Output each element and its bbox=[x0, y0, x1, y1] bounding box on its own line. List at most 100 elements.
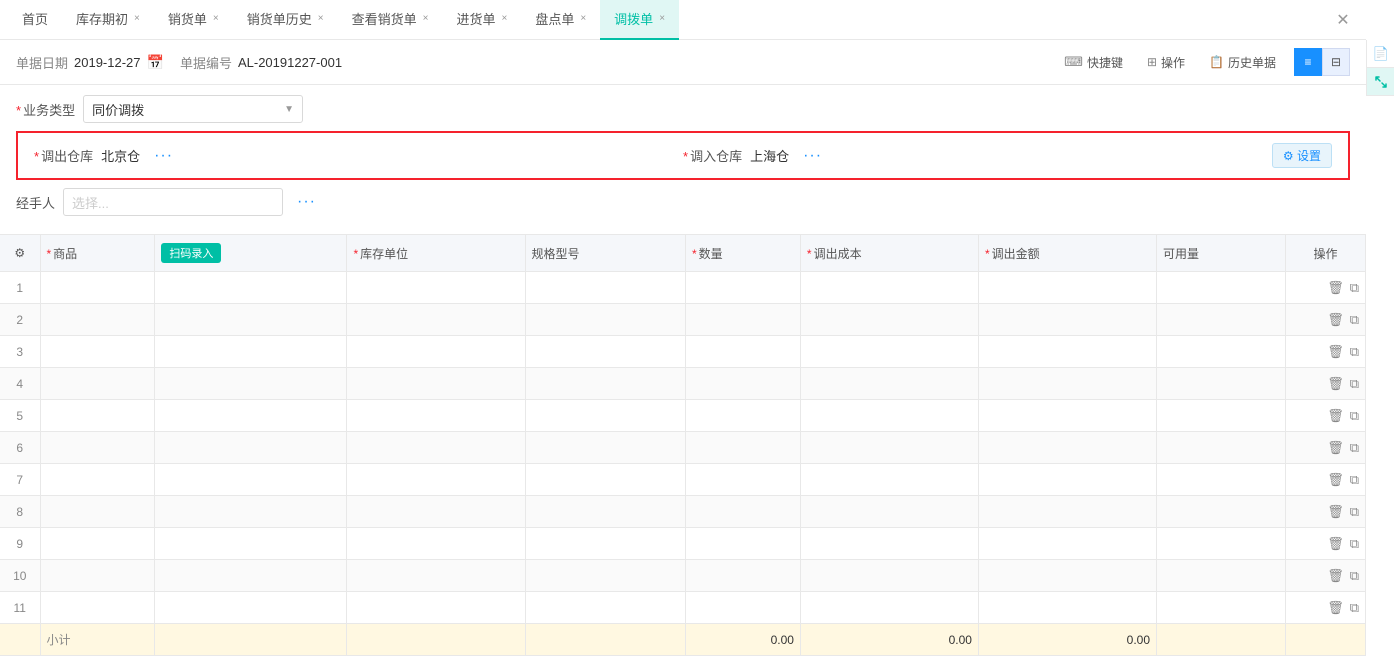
handler-more-button[interactable]: ··· bbox=[297, 193, 316, 211]
cost-cell[interactable] bbox=[800, 528, 978, 560]
history-button[interactable]: 📋 历史单据 bbox=[1203, 51, 1282, 74]
goods-cell[interactable] bbox=[40, 496, 155, 528]
delete-row-icon[interactable]: 🗑 bbox=[1327, 376, 1344, 392]
delete-row-icon[interactable]: 🗑 bbox=[1327, 280, 1344, 296]
amount-cell[interactable] bbox=[978, 592, 1156, 624]
qty-cell[interactable] bbox=[686, 336, 801, 368]
tab-销货单历史[interactable]: 销货单历史× bbox=[233, 0, 338, 40]
qty-cell[interactable] bbox=[686, 560, 801, 592]
copy-row-icon[interactable]: ⧉ bbox=[1350, 408, 1359, 424]
settings-button[interactable]: ⚙ 设置 bbox=[1272, 143, 1332, 168]
unit-cell[interactable] bbox=[347, 304, 525, 336]
goods-cell[interactable] bbox=[40, 432, 155, 464]
actions-button[interactable]: ⊞ 操作 bbox=[1141, 51, 1191, 74]
tab-首页[interactable]: 首页 bbox=[8, 0, 62, 40]
tab-调拨单[interactable]: 调拨单× bbox=[600, 0, 679, 40]
tab-盘点单[interactable]: 盘点单× bbox=[521, 0, 600, 40]
delete-row-icon[interactable]: 🗑 bbox=[1327, 344, 1344, 360]
spec-cell[interactable] bbox=[525, 336, 686, 368]
cost-cell[interactable] bbox=[800, 368, 978, 400]
unit-cell[interactable] bbox=[347, 336, 525, 368]
cost-cell[interactable] bbox=[800, 304, 978, 336]
cost-cell[interactable] bbox=[800, 496, 978, 528]
amount-cell[interactable] bbox=[978, 432, 1156, 464]
goods-cell[interactable] bbox=[40, 400, 155, 432]
goods-cell[interactable] bbox=[40, 304, 155, 336]
cost-cell[interactable] bbox=[800, 400, 978, 432]
tab-close-icon[interactable]: × bbox=[501, 13, 507, 24]
qty-cell[interactable] bbox=[686, 304, 801, 336]
cost-cell[interactable] bbox=[800, 560, 978, 592]
tab-查看销货单[interactable]: 查看销货单× bbox=[338, 0, 443, 40]
amount-cell[interactable] bbox=[978, 528, 1156, 560]
qty-cell[interactable] bbox=[686, 272, 801, 304]
sidebar-expand-icon[interactable] bbox=[1367, 68, 1394, 96]
goods-cell[interactable] bbox=[40, 560, 155, 592]
copy-row-icon[interactable]: ⧉ bbox=[1350, 344, 1359, 360]
qty-cell[interactable] bbox=[686, 432, 801, 464]
col-scan[interactable]: 扫码录入 bbox=[155, 235, 347, 272]
business-type-select[interactable]: 同价调拨 ▼ bbox=[83, 95, 303, 123]
tab-库存期初[interactable]: 库存期初× bbox=[62, 0, 154, 40]
window-close-button[interactable]: ✕ bbox=[1328, 5, 1358, 35]
goods-cell[interactable] bbox=[40, 336, 155, 368]
amount-cell[interactable] bbox=[978, 464, 1156, 496]
amount-cell[interactable] bbox=[978, 368, 1156, 400]
cost-cell[interactable] bbox=[800, 432, 978, 464]
tab-进货单[interactable]: 进货单× bbox=[442, 0, 521, 40]
delete-row-icon[interactable]: 🗑 bbox=[1327, 536, 1344, 552]
spec-cell[interactable] bbox=[525, 400, 686, 432]
goods-cell[interactable] bbox=[40, 272, 155, 304]
amount-cell[interactable] bbox=[978, 336, 1156, 368]
unit-cell[interactable] bbox=[347, 560, 525, 592]
copy-row-icon[interactable]: ⧉ bbox=[1350, 568, 1359, 584]
cost-cell[interactable] bbox=[800, 592, 978, 624]
unit-cell[interactable] bbox=[347, 496, 525, 528]
delete-row-icon[interactable]: 🗑 bbox=[1327, 504, 1344, 520]
qty-cell[interactable] bbox=[686, 592, 801, 624]
delete-row-icon[interactable]: 🗑 bbox=[1327, 600, 1344, 616]
cost-cell[interactable] bbox=[800, 272, 978, 304]
delete-row-icon[interactable]: 🗑 bbox=[1327, 312, 1344, 328]
unit-cell[interactable] bbox=[347, 464, 525, 496]
tab-close-icon[interactable]: × bbox=[580, 13, 586, 24]
delete-row-icon[interactable]: 🗑 bbox=[1327, 472, 1344, 488]
copy-row-icon[interactable]: ⧉ bbox=[1350, 376, 1359, 392]
spec-cell[interactable] bbox=[525, 560, 686, 592]
spec-cell[interactable] bbox=[525, 496, 686, 528]
spec-cell[interactable] bbox=[525, 464, 686, 496]
unit-cell[interactable] bbox=[347, 432, 525, 464]
copy-row-icon[interactable]: ⧉ bbox=[1350, 536, 1359, 552]
delete-row-icon[interactable]: 🗑 bbox=[1327, 408, 1344, 424]
copy-row-icon[interactable]: ⧉ bbox=[1350, 312, 1359, 328]
scan-button[interactable]: 扫码录入 bbox=[161, 243, 221, 263]
spec-cell[interactable] bbox=[525, 528, 686, 560]
unit-cell[interactable] bbox=[347, 400, 525, 432]
qty-cell[interactable] bbox=[686, 496, 801, 528]
copy-row-icon[interactable]: ⧉ bbox=[1350, 472, 1359, 488]
spec-cell[interactable] bbox=[525, 272, 686, 304]
goods-cell[interactable] bbox=[40, 368, 155, 400]
goods-cell[interactable] bbox=[40, 528, 155, 560]
sidebar-note-icon[interactable]: 📄 bbox=[1367, 40, 1394, 68]
unit-cell[interactable] bbox=[347, 528, 525, 560]
tab-close-icon[interactable]: × bbox=[659, 13, 665, 24]
amount-cell[interactable] bbox=[978, 400, 1156, 432]
goods-cell[interactable] bbox=[40, 592, 155, 624]
amount-cell[interactable] bbox=[978, 496, 1156, 528]
tab-close-icon[interactable]: × bbox=[423, 13, 429, 24]
tab-close-icon[interactable]: × bbox=[213, 13, 219, 24]
amount-cell[interactable] bbox=[978, 272, 1156, 304]
spec-cell[interactable] bbox=[525, 304, 686, 336]
copy-row-icon[interactable]: ⧉ bbox=[1350, 600, 1359, 616]
copy-row-icon[interactable]: ⧉ bbox=[1350, 504, 1359, 520]
tab-销货单[interactable]: 销货单× bbox=[154, 0, 233, 40]
unit-cell[interactable] bbox=[347, 592, 525, 624]
spec-cell[interactable] bbox=[525, 432, 686, 464]
qty-cell[interactable] bbox=[686, 400, 801, 432]
qty-cell[interactable] bbox=[686, 464, 801, 496]
amount-cell[interactable] bbox=[978, 304, 1156, 336]
col-gear[interactable]: ⚙ bbox=[0, 235, 40, 272]
shortcuts-button[interactable]: ⌨ 快捷键 bbox=[1058, 51, 1129, 74]
in-warehouse-more-button[interactable]: ··· bbox=[803, 147, 822, 165]
